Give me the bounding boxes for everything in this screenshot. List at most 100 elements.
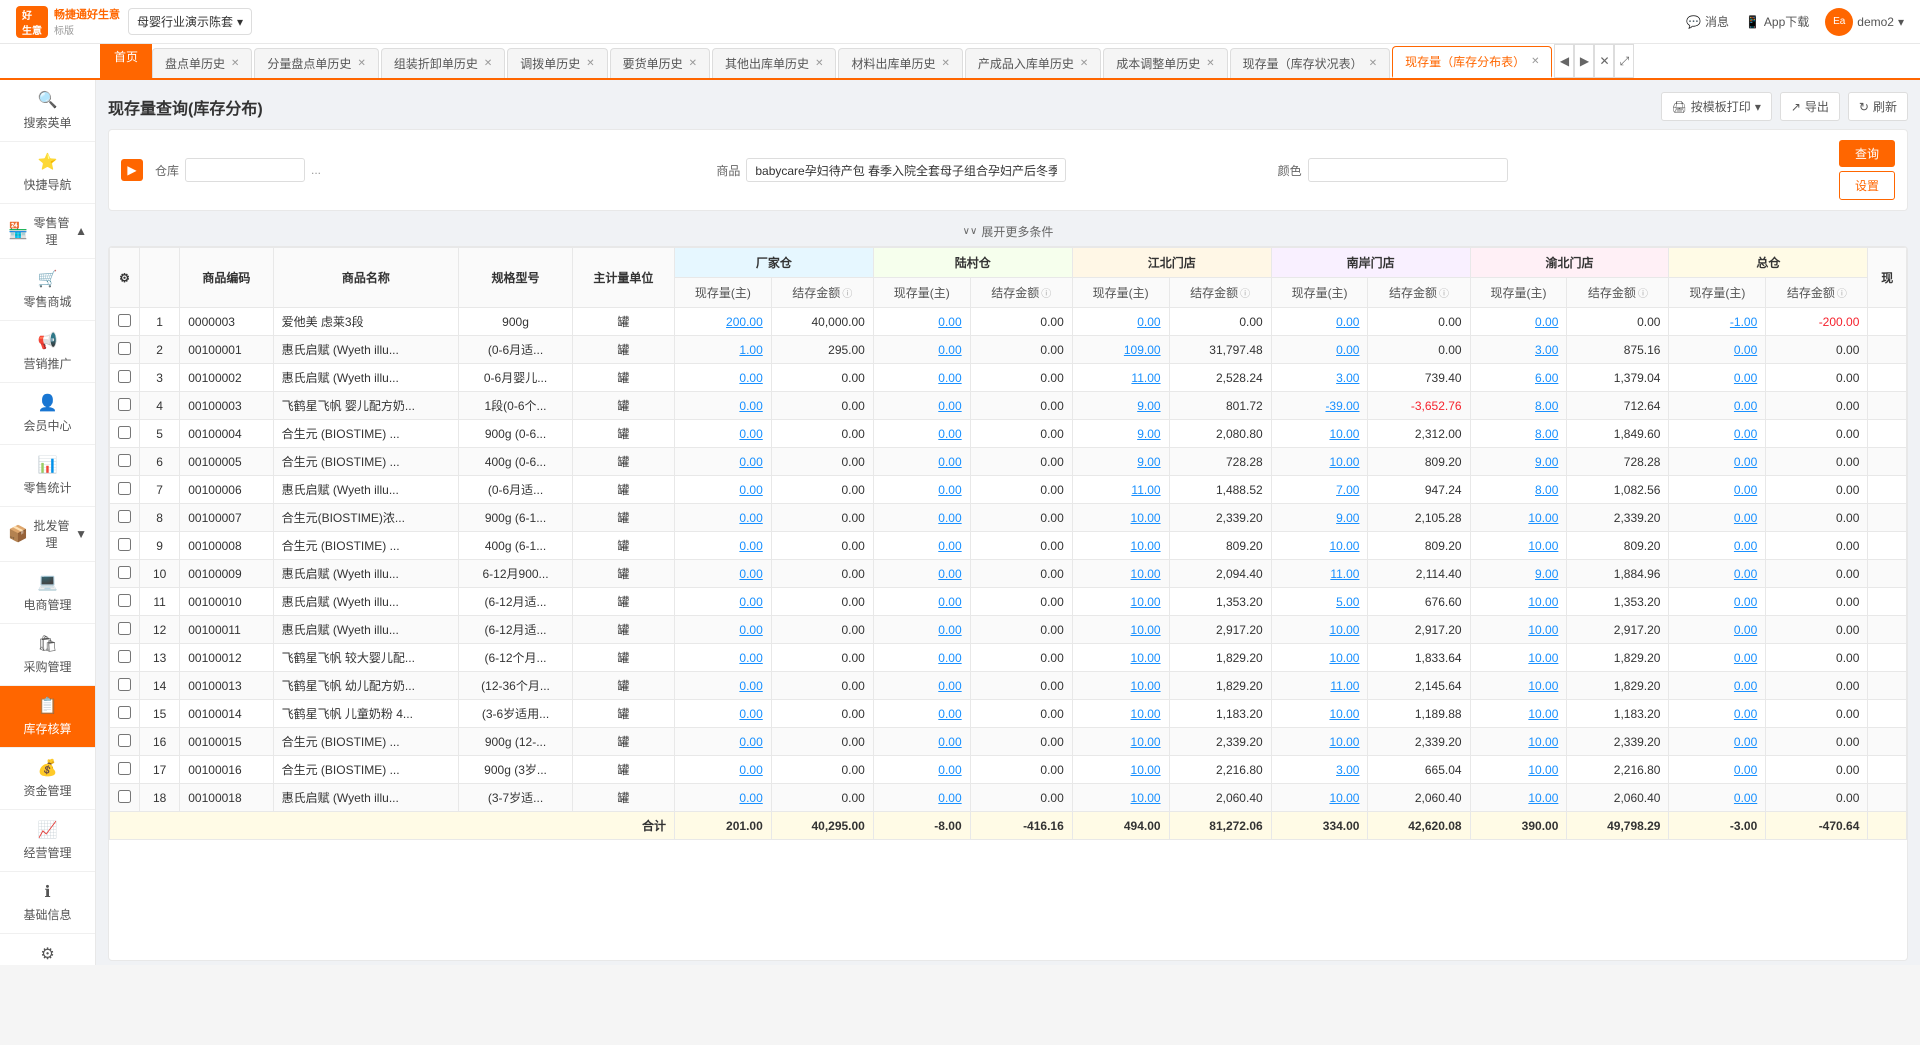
sidebar-item-quicknav[interactable]: ⭐ 快捷导航 xyxy=(0,142,95,204)
td-total-qty[interactable]: 0.00 xyxy=(1669,504,1766,532)
td-checkbox[interactable] xyxy=(110,336,140,364)
td-yubei-qty[interactable]: 10.00 xyxy=(1470,588,1567,616)
td-nanan-qty[interactable]: 10.00 xyxy=(1271,700,1368,728)
td-factory-qty[interactable]: 0.00 xyxy=(674,420,771,448)
td-checkbox[interactable] xyxy=(110,448,140,476)
tab-材料出库单历史[interactable]: 材料出库单历史 ✕ xyxy=(838,48,962,78)
td-lucun-qty[interactable]: 0.00 xyxy=(873,364,970,392)
td-total-qty[interactable]: 0.00 xyxy=(1669,644,1766,672)
tab-调拨单历史[interactable]: 调拨单历史 ✕ xyxy=(507,48,607,78)
expand-more-btn[interactable]: ∨∨ 展开更多条件 xyxy=(963,219,1054,240)
td-yubei-qty[interactable]: 9.00 xyxy=(1470,448,1567,476)
td-factory-qty[interactable]: 0.00 xyxy=(674,616,771,644)
td-lucun-qty[interactable]: 0.00 xyxy=(873,700,970,728)
td-total-qty[interactable]: 0.00 xyxy=(1669,364,1766,392)
td-total-qty[interactable]: 0.00 xyxy=(1669,784,1766,812)
user-area[interactable]: Ea demo2 ▾ xyxy=(1825,8,1904,36)
td-checkbox[interactable] xyxy=(110,784,140,812)
td-factory-qty[interactable]: 0.00 xyxy=(674,588,771,616)
query-btn[interactable]: 查询 xyxy=(1839,140,1895,167)
td-lucun-qty[interactable]: 0.00 xyxy=(873,532,970,560)
td-total-qty[interactable]: 0.00 xyxy=(1669,420,1766,448)
td-nanan-qty[interactable]: 11.00 xyxy=(1271,560,1368,588)
sidebar-item-member[interactable]: 👤 会员中心 xyxy=(0,383,95,445)
td-nanan-qty[interactable]: 10.00 xyxy=(1271,728,1368,756)
tab-现存量库存分布表[interactable]: 现存量（库存分布表） ✕ xyxy=(1392,46,1552,78)
td-jiangbei-qty[interactable]: 10.00 xyxy=(1072,728,1169,756)
td-checkbox[interactable] xyxy=(110,364,140,392)
td-yubei-qty[interactable]: 8.00 xyxy=(1470,420,1567,448)
td-factory-qty[interactable]: 0.00 xyxy=(674,644,771,672)
td-factory-qty[interactable]: 0.00 xyxy=(674,364,771,392)
td-total-qty[interactable]: 0.00 xyxy=(1669,560,1766,588)
td-total-qty[interactable]: 0.00 xyxy=(1669,700,1766,728)
tab-scroll-right[interactable]: ▶ xyxy=(1574,44,1594,78)
td-factory-qty[interactable]: 0.00 xyxy=(674,672,771,700)
td-lucun-qty[interactable]: 0.00 xyxy=(873,308,970,336)
td-checkbox[interactable] xyxy=(110,532,140,560)
td-checkbox[interactable] xyxy=(110,308,140,336)
td-lucun-qty[interactable]: 0.00 xyxy=(873,392,970,420)
settings-btn[interactable]: 设置 xyxy=(1839,171,1895,200)
td-factory-qty[interactable]: 0.00 xyxy=(674,700,771,728)
td-jiangbei-qty[interactable]: 9.00 xyxy=(1072,420,1169,448)
td-nanan-qty[interactable]: 0.00 xyxy=(1271,336,1368,364)
td-nanan-qty[interactable]: 5.00 xyxy=(1271,588,1368,616)
td-lucun-qty[interactable]: 0.00 xyxy=(873,616,970,644)
td-yubei-qty[interactable]: 3.00 xyxy=(1470,336,1567,364)
tab-盘点单历史[interactable]: 盘点单历史 ✕ xyxy=(152,48,252,78)
print-btn[interactable]: 🖨 按模板打印 ▾ xyxy=(1661,92,1772,121)
td-yubei-qty[interactable]: 10.00 xyxy=(1470,756,1567,784)
td-yubei-qty[interactable]: 10.00 xyxy=(1470,644,1567,672)
td-jiangbei-qty[interactable]: 11.00 xyxy=(1072,364,1169,392)
info-icon[interactable]: ⓘ xyxy=(1439,289,1449,300)
td-lucun-qty[interactable]: 0.00 xyxy=(873,560,970,588)
info-icon[interactable]: ⓘ xyxy=(1041,289,1051,300)
td-total-qty[interactable]: -1.00 xyxy=(1669,308,1766,336)
tab-close-all[interactable]: ✕ xyxy=(1594,44,1614,78)
td-checkbox[interactable] xyxy=(110,728,140,756)
td-total-qty[interactable]: 0.00 xyxy=(1669,532,1766,560)
sidebar-item-inventory[interactable]: 📋 库存核算 xyxy=(0,686,95,748)
sidebar-item-purchase[interactable]: 🛍 采购管理 xyxy=(0,624,95,686)
td-total-qty[interactable]: 0.00 xyxy=(1669,392,1766,420)
tab-close-icon[interactable]: ✕ xyxy=(815,58,823,69)
td-total-qty[interactable]: 0.00 xyxy=(1669,336,1766,364)
td-checkbox[interactable] xyxy=(110,392,140,420)
tab-close-icon[interactable]: ✕ xyxy=(1206,58,1214,69)
td-jiangbei-qty[interactable]: 10.00 xyxy=(1072,616,1169,644)
td-nanan-qty[interactable]: 10.00 xyxy=(1271,448,1368,476)
goods-input[interactable] xyxy=(746,158,1066,182)
td-factory-qty[interactable]: 0.00 xyxy=(674,784,771,812)
td-nanan-qty[interactable]: 7.00 xyxy=(1271,476,1368,504)
td-yubei-qty[interactable]: 10.00 xyxy=(1470,784,1567,812)
tab-close-icon[interactable]: ✕ xyxy=(586,58,594,69)
td-nanan-qty[interactable]: -39.00 xyxy=(1271,392,1368,420)
td-yubei-qty[interactable]: 10.00 xyxy=(1470,616,1567,644)
td-total-qty[interactable]: 0.00 xyxy=(1669,476,1766,504)
td-jiangbei-qty[interactable]: 10.00 xyxy=(1072,784,1169,812)
td-lucun-qty[interactable]: 0.00 xyxy=(873,644,970,672)
tab-maximize[interactable]: ⤢ xyxy=(1614,44,1634,78)
info-icon[interactable]: ⓘ xyxy=(842,289,852,300)
td-lucun-qty[interactable]: 0.00 xyxy=(873,336,970,364)
tab-成本调整单历史[interactable]: 成本调整单历史 ✕ xyxy=(1103,48,1227,78)
sidebar-item-system[interactable]: ⚙ 系统管理 xyxy=(0,934,95,965)
td-lucun-qty[interactable]: 0.00 xyxy=(873,784,970,812)
td-yubei-qty[interactable]: 9.00 xyxy=(1470,560,1567,588)
tab-close-icon[interactable]: ✕ xyxy=(357,58,365,69)
info-icon[interactable]: ⓘ xyxy=(1638,289,1648,300)
sidebar-item-ecommerce[interactable]: 💻 电商管理 xyxy=(0,562,95,624)
tab-close-icon[interactable]: ✕ xyxy=(1080,58,1088,69)
td-total-qty[interactable]: 0.00 xyxy=(1669,728,1766,756)
td-lucun-qty[interactable]: 0.00 xyxy=(873,420,970,448)
td-lucun-qty[interactable]: 0.00 xyxy=(873,504,970,532)
tab-现存量库存状况表[interactable]: 现存量（库存状况表） ✕ xyxy=(1230,48,1390,78)
td-yubei-qty[interactable]: 10.00 xyxy=(1470,672,1567,700)
td-nanan-qty[interactable]: 10.00 xyxy=(1271,784,1368,812)
export-btn[interactable]: ↗ 导出 xyxy=(1780,92,1840,121)
search-expand-btn[interactable]: ▶ xyxy=(121,159,143,181)
td-checkbox[interactable] xyxy=(110,476,140,504)
td-lucun-qty[interactable]: 0.00 xyxy=(873,448,970,476)
td-jiangbei-qty[interactable]: 10.00 xyxy=(1072,532,1169,560)
